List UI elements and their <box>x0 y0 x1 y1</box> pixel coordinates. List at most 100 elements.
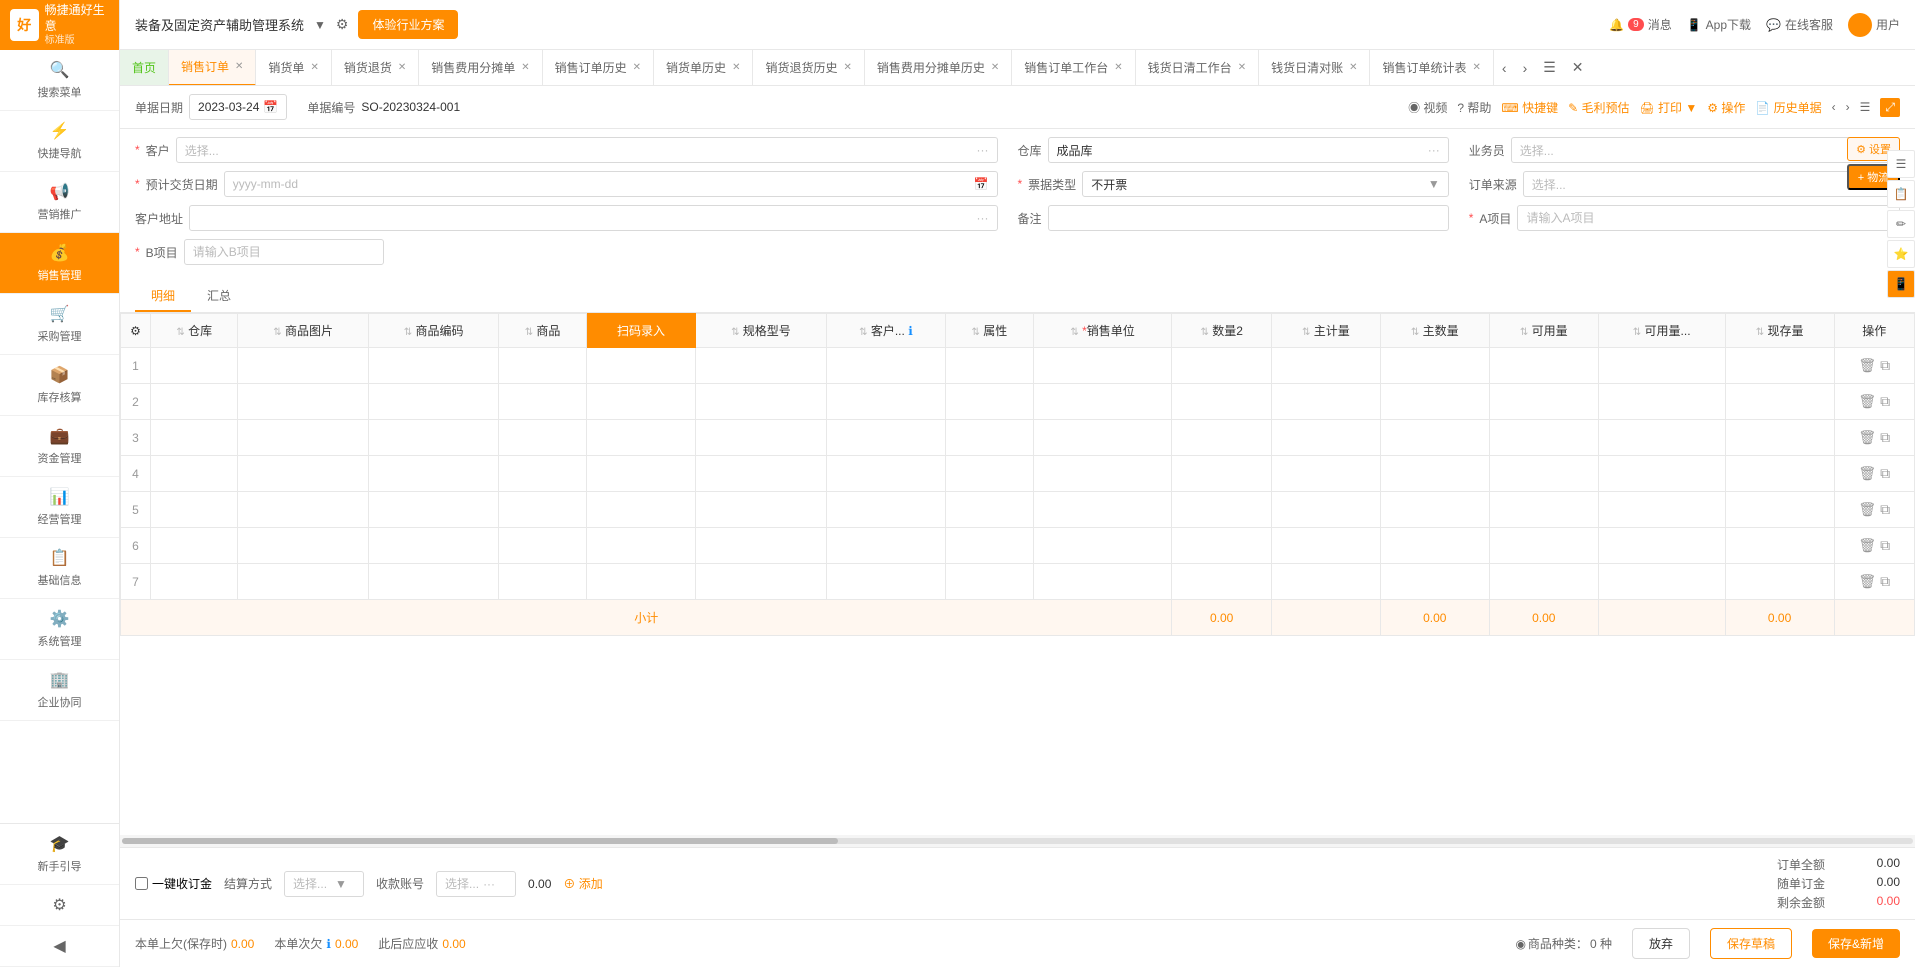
row-5-copy-icon[interactable]: ⧉ <box>1880 501 1890 518</box>
row-7-current-stock[interactable] <box>1725 564 1834 600</box>
tab-expense-split[interactable]: 销售费用分摊单 ✕ <box>419 50 542 86</box>
row-6-main-qty[interactable] <box>1380 528 1489 564</box>
sidebar-item-system[interactable]: ⚙️ 系统管理 <box>0 599 119 660</box>
tab-next-button[interactable]: › <box>1515 60 1536 76</box>
row-3-main-unit[interactable] <box>1271 420 1380 456</box>
row-4-qty2[interactable] <box>1172 456 1271 492</box>
row-3-product[interactable] <box>499 420 586 456</box>
horizontal-scrollbar[interactable] <box>120 835 1915 847</box>
tab-order-workbench-close[interactable]: ✕ <box>1114 62 1122 73</box>
row-4-image[interactable] <box>238 456 368 492</box>
row-2-delete-icon[interactable]: 🗑 <box>1858 393 1876 410</box>
view-action[interactable]: ◉ 视频 <box>1408 99 1447 116</box>
col-qty2-header[interactable]: ⇅ 数量2 <box>1172 314 1271 348</box>
row-3-customer-ref[interactable] <box>826 420 946 456</box>
tab-home[interactable]: 首页 <box>120 50 169 86</box>
customer-input[interactable]: 选择... ··· <box>176 137 998 163</box>
row-5-current-stock[interactable] <box>1725 492 1834 528</box>
tab-order-history-close[interactable]: ✕ <box>633 62 641 73</box>
row-2-qty2[interactable] <box>1172 384 1271 420</box>
row-6-warehouse[interactable] <box>151 528 238 564</box>
row-7-scan[interactable] <box>586 564 695 600</box>
tab-sales-history[interactable]: 销货单历史 ✕ <box>654 50 753 86</box>
float-btn-3[interactable]: ✏ <box>1887 210 1915 238</box>
tab-cash-reconcile[interactable]: 钱货日清对账 ✕ <box>1259 50 1370 86</box>
this-debt-info[interactable]: ℹ <box>326 937 331 951</box>
row-2-image[interactable] <box>238 384 368 420</box>
row-1-attr[interactable] <box>946 348 1033 384</box>
row-7-qty2[interactable] <box>1172 564 1271 600</box>
sidebar-item-purchase[interactable]: 🛒 采购管理 <box>0 294 119 355</box>
row-5-available[interactable] <box>1489 492 1598 528</box>
row-6-attr[interactable] <box>946 528 1033 564</box>
invoice-select[interactable]: 不开票 ▼ <box>1082 171 1449 197</box>
sidebar-item-enterprise[interactable]: 🏢 企业协同 <box>0 660 119 721</box>
row-2-code[interactable] <box>368 384 498 420</box>
sidebar-item-marketing[interactable]: 📢 营销推广 <box>0 172 119 233</box>
row-2-available2[interactable] <box>1598 384 1725 420</box>
row-1-warehouse[interactable] <box>151 348 238 384</box>
account-select[interactable]: 选择... ··· <box>436 871 516 897</box>
row-3-available2[interactable] <box>1598 420 1725 456</box>
row-6-spec[interactable] <box>696 528 826 564</box>
row-6-current-stock[interactable] <box>1725 528 1834 564</box>
save-new-button[interactable]: 保存&新增 <box>1812 929 1900 958</box>
row-2-sales-unit[interactable] <box>1033 384 1172 420</box>
col-current-stock-header[interactable]: ⇅ 现存量 <box>1725 314 1834 348</box>
row-7-copy-icon[interactable]: ⧉ <box>1880 573 1890 590</box>
row-6-available2[interactable] <box>1598 528 1725 564</box>
user-item[interactable]: 用户 <box>1848 13 1900 37</box>
tab-cash-reconcile-close[interactable]: ✕ <box>1349 62 1357 73</box>
row-6-sales-unit[interactable] <box>1033 528 1172 564</box>
tab-order-history[interactable]: 销售订单历史 ✕ <box>543 50 654 86</box>
dropdown-icon[interactable]: ▼ <box>314 18 326 32</box>
row-5-delete-icon[interactable]: 🗑 <box>1858 501 1876 518</box>
row-6-product[interactable] <box>499 528 586 564</box>
sidebar-item-inventory[interactable]: 📦 库存核算 <box>0 355 119 416</box>
row-5-product[interactable] <box>499 492 586 528</box>
sidebar-item-sales[interactable]: 💰 销售管理 <box>0 233 119 294</box>
col-image-header[interactable]: ⇅ 商品图片 <box>238 314 368 348</box>
tab-sales-order[interactable]: 销售订单 ✕ <box>169 50 256 86</box>
row-6-main-unit[interactable] <box>1271 528 1380 564</box>
row-4-code[interactable] <box>368 456 498 492</box>
tab-sales-return-close[interactable]: ✕ <box>398 62 406 73</box>
row-5-qty2[interactable] <box>1172 492 1271 528</box>
row-2-spec[interactable] <box>696 384 826 420</box>
customer-address-input[interactable]: ··· <box>189 205 997 231</box>
tab-return-history[interactable]: 销货退货历史 ✕ <box>753 50 864 86</box>
row-6-scan[interactable] <box>586 528 695 564</box>
row-1-copy-icon[interactable]: ⧉ <box>1880 357 1890 374</box>
sidebar-settings[interactable]: ⚙ <box>0 885 119 926</box>
one-click-checkbox[interactable] <box>135 877 148 890</box>
row-7-available2[interactable] <box>1598 564 1725 600</box>
float-btn-2[interactable]: 📋 <box>1887 180 1915 208</box>
row-3-delete-icon[interactable]: 🗑 <box>1858 429 1876 446</box>
tab-more-button[interactable]: ☰ <box>1535 59 1564 76</box>
row-3-warehouse[interactable] <box>151 420 238 456</box>
tab-sales-slip-close[interactable]: ✕ <box>310 62 318 73</box>
col-product-header[interactable]: ⇅ 商品 <box>499 314 586 348</box>
row-6-qty2[interactable] <box>1172 528 1271 564</box>
history-action[interactable]: 📄 历史单据 <box>1755 99 1821 116</box>
sidebar-item-guide[interactable]: 🎓 新手引导 <box>0 824 119 885</box>
col-main-unit-header[interactable]: ⇅ 主计量 <box>1271 314 1380 348</box>
col-main-qty-header[interactable]: ⇅ 主数量 <box>1380 314 1489 348</box>
row-3-available[interactable] <box>1489 420 1598 456</box>
row-2-main-unit[interactable] <box>1271 384 1380 420</box>
row-3-scan[interactable] <box>586 420 695 456</box>
row-1-code[interactable] <box>368 348 498 384</box>
row-5-main-unit[interactable] <box>1271 492 1380 528</box>
col-code-header[interactable]: ⇅ 商品编码 <box>368 314 498 348</box>
row-7-delete-icon[interactable]: 🗑 <box>1858 573 1876 590</box>
col-scan-header[interactable]: 扫码录入 <box>586 314 695 348</box>
expand-icon[interactable]: ⤢ <box>1880 98 1900 117</box>
row-7-attr[interactable] <box>946 564 1033 600</box>
row-1-available[interactable] <box>1489 348 1598 384</box>
row-1-sales-unit[interactable] <box>1033 348 1172 384</box>
row-7-customer-ref[interactable] <box>826 564 946 600</box>
row-2-current-stock[interactable] <box>1725 384 1834 420</box>
col-warehouse-header[interactable]: ⇅ 仓库 <box>151 314 238 348</box>
row-1-product[interactable] <box>499 348 586 384</box>
tab-order-workbench[interactable]: 销售订单工作台 ✕ <box>1012 50 1135 86</box>
